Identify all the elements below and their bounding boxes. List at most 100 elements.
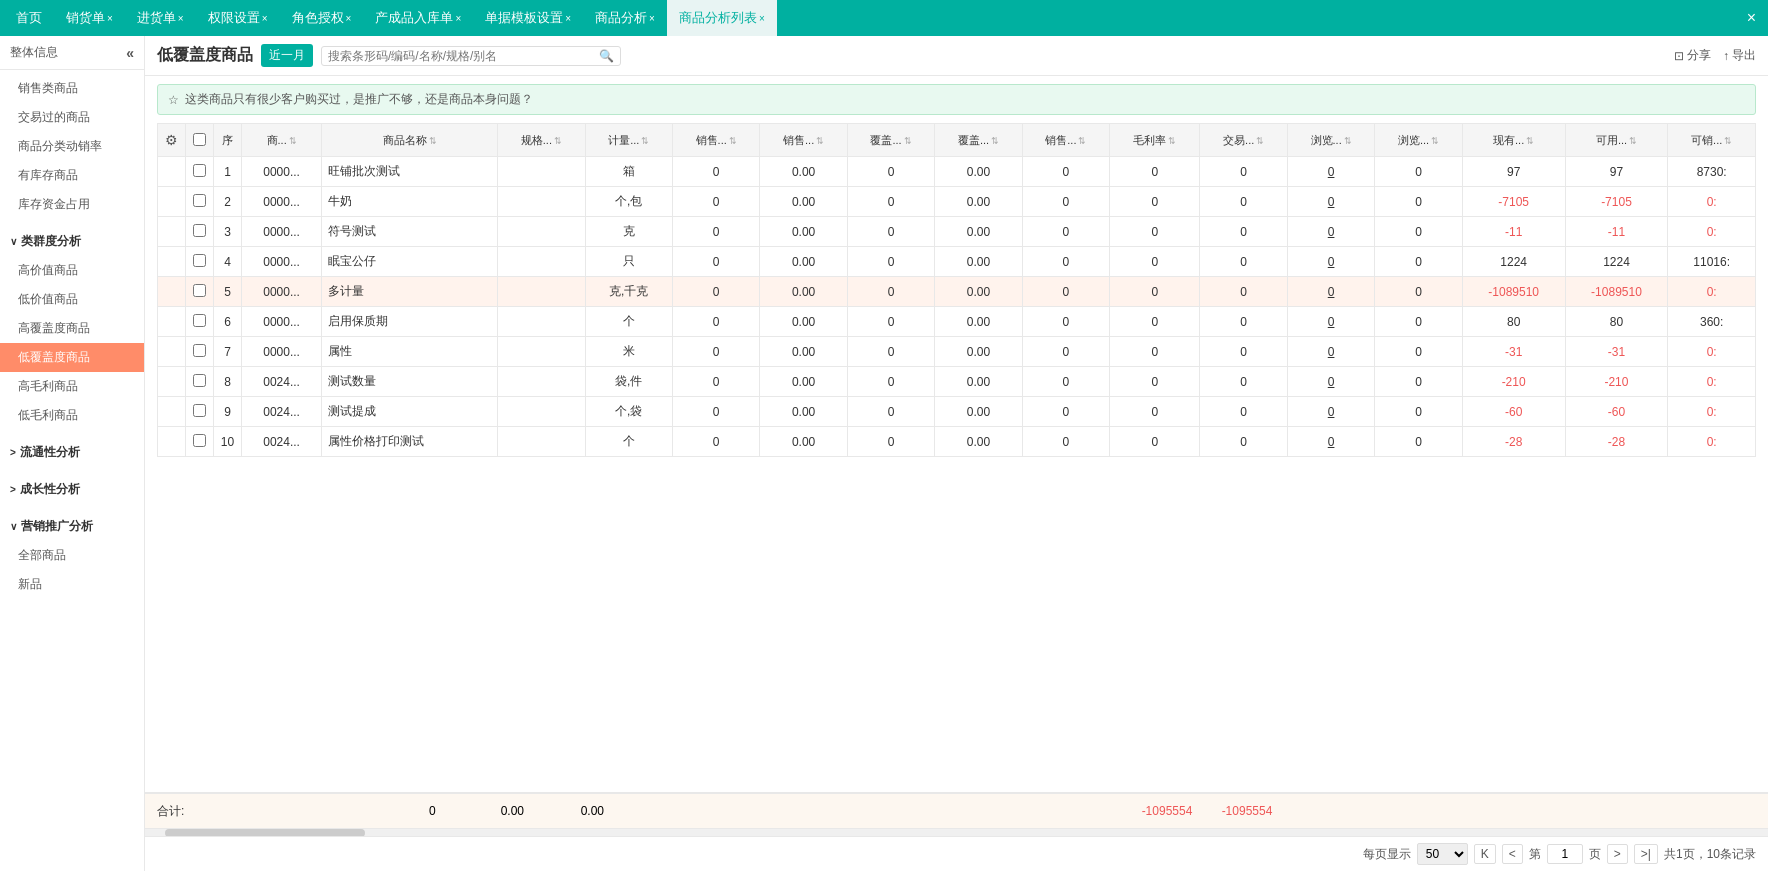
row-view1-5[interactable]: 0 xyxy=(1287,307,1374,337)
nav-sales-order[interactable]: 销货单 × xyxy=(54,0,125,36)
sidebar-item-all-products[interactable]: 全部商品 xyxy=(0,541,144,570)
col-sales-qty[interactable]: 销售...⇅ xyxy=(672,124,759,157)
row-checkbox-8[interactable] xyxy=(193,404,206,417)
nav-permission[interactable]: 权限设置 × xyxy=(196,0,280,36)
row-view1-0[interactable]: 0 xyxy=(1287,157,1374,187)
prev-page-button[interactable]: < xyxy=(1502,844,1523,864)
nav-close-permission[interactable]: × xyxy=(262,13,268,24)
nav-close-purchase-order[interactable]: × xyxy=(178,13,184,24)
sidebar-item-in-stock[interactable]: 有库存商品 xyxy=(0,161,144,190)
sidebar-item-low-profit[interactable]: 低毛利商品 xyxy=(0,401,144,430)
col-saleable[interactable]: 可销...⇅ xyxy=(1668,124,1756,157)
sidebar-item-low-value[interactable]: 低价值商品 xyxy=(0,285,144,314)
sidebar-item-high-profit[interactable]: 高毛利商品 xyxy=(0,372,144,401)
row-view1-3[interactable]: 0 xyxy=(1287,247,1374,277)
col-cover2[interactable]: 覆盖...⇅ xyxy=(935,124,1022,157)
col-available[interactable]: 可用...⇅ xyxy=(1565,124,1668,157)
row-checkbox-4[interactable] xyxy=(193,284,206,297)
sidebar-item-stock-capital[interactable]: 库存资金占用 xyxy=(0,190,144,219)
sidebar-group5-title[interactable]: ∨ 营销推广分析 xyxy=(0,512,144,541)
first-page-button[interactable]: K xyxy=(1474,844,1496,864)
share-button[interactable]: ⊡ 分享 xyxy=(1674,47,1711,64)
col-view1[interactable]: 浏览...⇅ xyxy=(1287,124,1374,157)
row-view1-8[interactable]: 0 xyxy=(1287,397,1374,427)
row-checkbox-0[interactable] xyxy=(193,164,206,177)
row-checkbox-2[interactable] xyxy=(193,224,206,237)
sidebar-item-category-sales-rate[interactable]: 商品分类动销率 xyxy=(0,132,144,161)
nav-home[interactable]: 首页 xyxy=(4,0,54,36)
search-input[interactable] xyxy=(328,49,599,63)
row-checkbox-7[interactable] xyxy=(193,374,206,387)
col-code[interactable]: 商...⇅ xyxy=(242,124,322,157)
col-current[interactable]: 现有...⇅ xyxy=(1462,124,1565,157)
row-check-6 xyxy=(186,337,214,367)
data-table-wrapper: ⚙ 序 商...⇅ 商品名称⇅ 规格...⇅ 计量...⇅ 销售...⇅ 销售.… xyxy=(145,123,1768,792)
col-gross[interactable]: 毛利率⇅ xyxy=(1110,124,1200,157)
col-view2[interactable]: 浏览...⇅ xyxy=(1375,124,1462,157)
col-sales3[interactable]: 销售...⇅ xyxy=(1022,124,1109,157)
search-icon[interactable]: 🔍 xyxy=(599,49,614,63)
export-button[interactable]: ↑ 导出 xyxy=(1723,47,1756,64)
row-checkbox-9[interactable] xyxy=(193,434,206,447)
nav-close-analysis[interactable]: × xyxy=(649,13,655,24)
sidebar-item-traded-products[interactable]: 交易过的商品 xyxy=(0,103,144,132)
row-view1-4[interactable]: 0 xyxy=(1287,277,1374,307)
last-page-button[interactable]: >| xyxy=(1634,844,1658,864)
filter-recent-month-button[interactable]: 近一月 xyxy=(261,44,313,67)
row-index-2: 3 xyxy=(214,217,242,247)
row-checkbox-6[interactable] xyxy=(193,344,206,357)
col-sales-amt[interactable]: 销售...⇅ xyxy=(760,124,847,157)
sidebar-item-high-value[interactable]: 高价值商品 xyxy=(0,256,144,285)
page-size-select[interactable]: 10 20 50 100 xyxy=(1417,843,1468,865)
col-spec[interactable]: 规格...⇅ xyxy=(498,124,585,157)
nav-finished-goods[interactable]: 产成品入库单 × xyxy=(363,0,473,36)
nav-product-analysis[interactable]: 商品分析 × xyxy=(583,0,667,36)
sidebar-collapse-icon[interactable]: « xyxy=(126,45,134,61)
table-row: 4 0000... 眠宝公仔 只 0 0.00 0 0.00 0 0 0 0 0… xyxy=(158,247,1756,277)
nav-purchase-order[interactable]: 进货单 × xyxy=(125,0,196,36)
content-area: 低覆盖度商品 近一月 🔍 ⊡ 分享 ↑ 导出 ☆ 这类商品只有很少客户购买过，是… xyxy=(145,36,1768,871)
row-view1-6[interactable]: 0 xyxy=(1287,337,1374,367)
nav-close-finished-goods[interactable]: × xyxy=(455,13,461,24)
nav-role-auth[interactable]: 角色授权 × xyxy=(280,0,364,36)
row-view1-2[interactable]: 0 xyxy=(1287,217,1374,247)
row-view1-9[interactable]: 0 xyxy=(1287,427,1374,457)
nav-close-role-auth[interactable]: × xyxy=(346,13,352,24)
sidebar-group2-title[interactable]: ∨ 类群度分析 xyxy=(0,227,144,256)
nav-close-sales-order[interactable]: × xyxy=(107,13,113,24)
nav-close-template[interactable]: × xyxy=(565,13,571,24)
col-unit[interactable]: 计量...⇅ xyxy=(585,124,672,157)
row-view1-7[interactable]: 0 xyxy=(1287,367,1374,397)
row-checkbox-5[interactable] xyxy=(193,314,206,327)
page-number-input[interactable] xyxy=(1547,844,1583,864)
table-row: 5 0000... 多计量 克,千克 0 0.00 0 0.00 0 0 0 0… xyxy=(158,277,1756,307)
col-trade[interactable]: 交易...⇅ xyxy=(1200,124,1287,157)
global-close-button[interactable]: × xyxy=(1739,9,1764,27)
horizontal-scrollbar[interactable] xyxy=(145,828,1768,836)
row-sales-qty-4: 0 xyxy=(672,277,759,307)
col-cover1[interactable]: 覆盖...⇅ xyxy=(847,124,934,157)
nav-close-analysis-list[interactable]: × xyxy=(759,13,765,24)
nav-analysis-list[interactable]: 商品分析列表 × xyxy=(667,0,777,36)
row-view1-1[interactable]: 0 xyxy=(1287,187,1374,217)
next-page-button[interactable]: > xyxy=(1607,844,1628,864)
col-name[interactable]: 商品名称⇅ xyxy=(322,124,498,157)
row-checkbox-3[interactable] xyxy=(193,254,206,267)
sidebar-item-low-coverage[interactable]: 低覆盖度商品 xyxy=(0,343,144,372)
sidebar-item-new-products[interactable]: 新品 xyxy=(0,570,144,599)
row-checkbox-1[interactable] xyxy=(193,194,206,207)
gear-icon[interactable]: ⚙ xyxy=(165,132,178,148)
select-all-checkbox[interactable] xyxy=(193,133,206,146)
sidebar-item-high-coverage[interactable]: 高覆盖度商品 xyxy=(0,314,144,343)
sidebar-group4-title[interactable]: > 成长性分析 xyxy=(0,475,144,504)
nav-template-settings[interactable]: 单据模板设置 × xyxy=(473,0,583,36)
col-settings[interactable]: ⚙ xyxy=(158,124,186,157)
sidebar-group3-title[interactable]: > 流通性分析 xyxy=(0,438,144,467)
sidebar-header[interactable]: 整体信息 « xyxy=(0,36,144,70)
row-gross-4: 0 xyxy=(1110,277,1200,307)
row-current-6: -31 xyxy=(1462,337,1565,367)
row-cover2-7: 0.00 xyxy=(935,367,1022,397)
sidebar-item-sales-products[interactable]: 销售类商品 xyxy=(0,74,144,103)
row-sales3-0: 0 xyxy=(1022,157,1109,187)
row-code-3: 0000... xyxy=(242,247,322,277)
